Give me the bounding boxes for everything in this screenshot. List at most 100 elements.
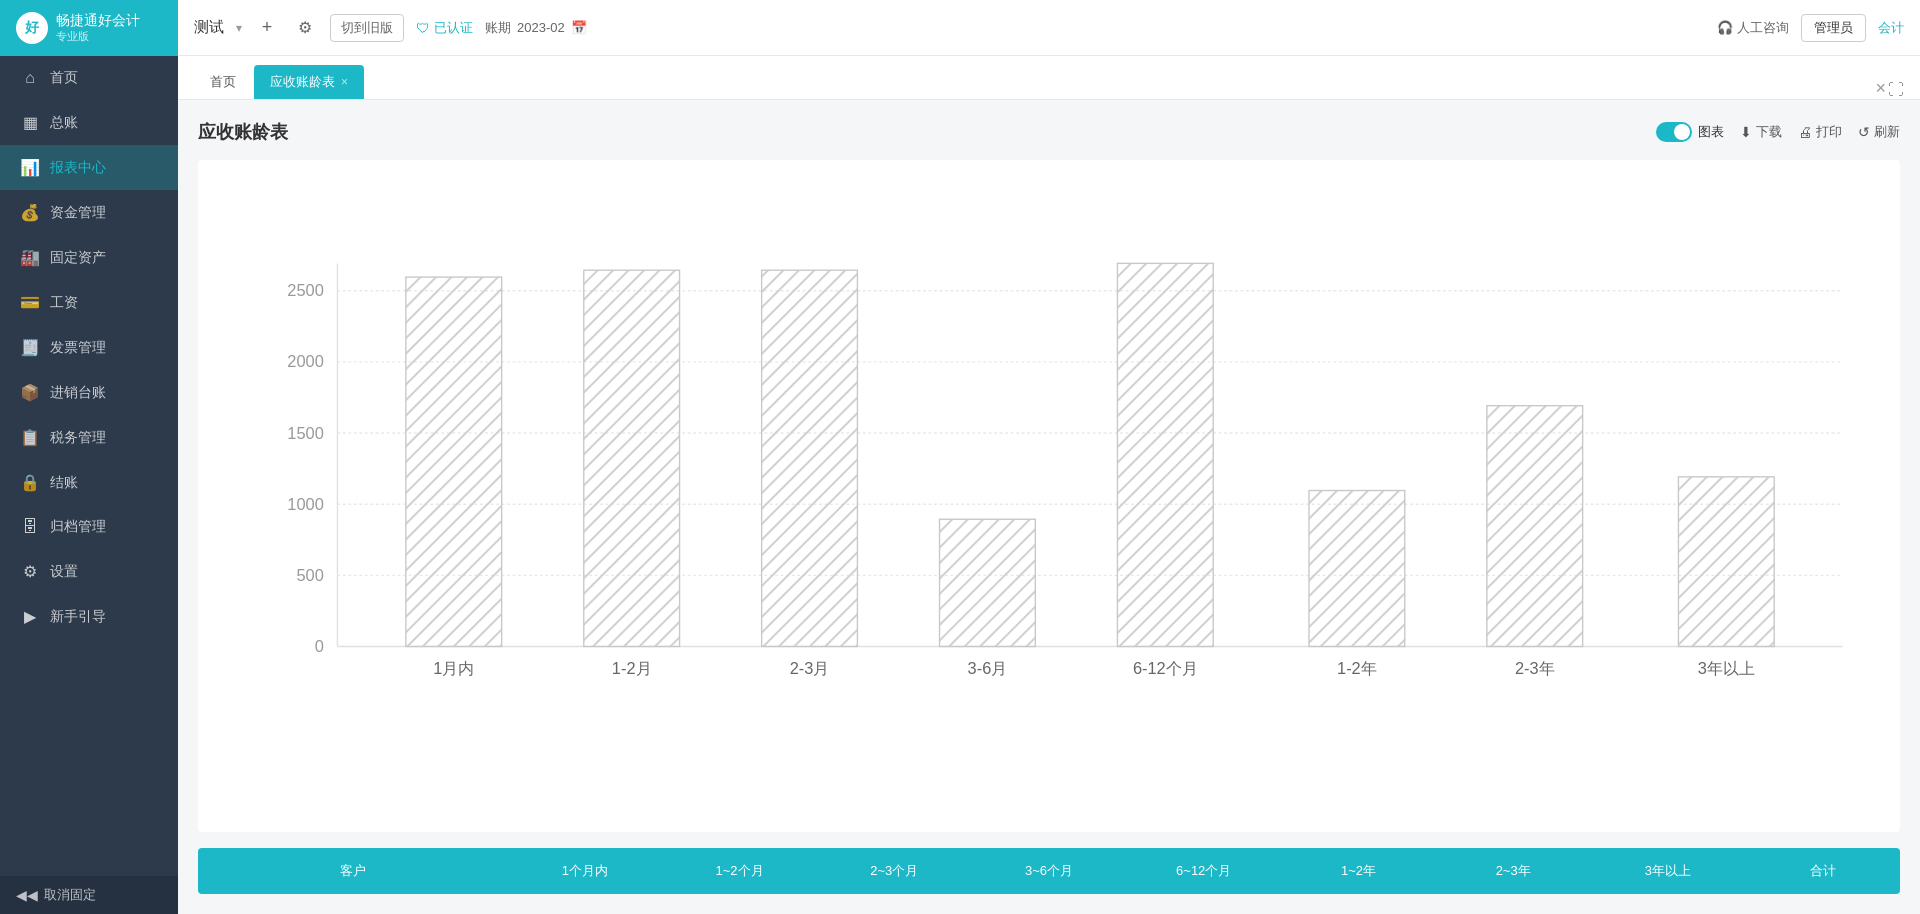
refresh-button[interactable]: ↺ 刷新 [1858, 123, 1900, 141]
content-area: 应收账龄表 图表 ⬇ 下载 🖨 打印 ↺ 刷新 [178, 100, 1920, 914]
tab-home[interactable]: 首页 [194, 65, 252, 99]
refresh-icon: ↺ [1858, 124, 1870, 140]
tax-icon: 📋 [20, 428, 40, 447]
salary-icon: 💳 [20, 293, 40, 312]
tab-aging-report[interactable]: 应收账龄表 × [254, 65, 364, 99]
company-dropdown-icon[interactable]: ▾ [236, 21, 242, 35]
print-icon: 🖨 [1798, 124, 1812, 140]
svg-text:2-3月: 2-3月 [790, 659, 830, 677]
table-header: 客户 1个月内 1~2个月 2~3个月 3~6个月 6~12个月 1~2年 2~… [198, 848, 1900, 894]
reports-icon: 📊 [20, 158, 40, 177]
col-1-2y: 1~2年 [1281, 848, 1436, 894]
svg-text:2000: 2000 [287, 352, 324, 370]
page-title: 应收账龄表 [198, 120, 288, 144]
page-header: 应收账龄表 图表 ⬇ 下载 🖨 打印 ↺ 刷新 [198, 120, 1900, 144]
sidebar-item-closing[interactable]: 🔒 结账 [0, 460, 178, 505]
col-customer: 客户 [198, 848, 507, 894]
svg-text:0: 0 [315, 637, 324, 655]
svg-text:1-2月: 1-2月 [612, 659, 652, 677]
sidebar-item-salary[interactable]: 💳 工资 [0, 280, 178, 325]
chart-container: 0 500 1000 1500 2000 2500 1月内 1-2月 2-3月 [198, 160, 1900, 832]
tabbar: 首页 应收账龄表 × × ⛶ [178, 56, 1920, 100]
bar-3y-plus [1678, 477, 1774, 647]
toggle-knob [1674, 124, 1690, 140]
svg-text:3年以上: 3年以上 [1698, 659, 1755, 677]
bar-1-2y [1309, 491, 1405, 647]
col-2-3y: 2~3年 [1436, 848, 1591, 894]
svg-text:2-3年: 2-3年 [1515, 659, 1555, 677]
col-1-2m: 1~2个月 [662, 848, 817, 894]
sidebar-item-tax[interactable]: 📋 税务管理 [0, 415, 178, 460]
inventory-icon: 📦 [20, 383, 40, 402]
svg-text:2500: 2500 [287, 281, 324, 299]
period-display: 账期 2023-02 📅 [485, 19, 587, 37]
sidebar-item-ledger[interactable]: ▦ 总账 [0, 100, 178, 145]
invoice-icon: 🧾 [20, 338, 40, 357]
assets-icon: 🏭 [20, 248, 40, 267]
bar-2-3y [1487, 406, 1583, 647]
sidebar-item-invoice[interactable]: 🧾 发票管理 [0, 325, 178, 370]
chart-toggle-container: 图表 [1656, 122, 1724, 142]
tab-close-icon[interactable]: × [341, 75, 348, 89]
svg-text:3-6月: 3-6月 [968, 659, 1008, 677]
calendar-icon[interactable]: 📅 [571, 20, 587, 35]
chart-toggle[interactable] [1656, 122, 1692, 142]
pin-icon: ◀◀ [16, 887, 38, 903]
period-value: 2023-02 [517, 20, 565, 35]
cancel-fixed-button[interactable]: ◀◀ 取消固定 [0, 876, 178, 914]
sidebar: 好 畅捷通好会计 专业版 ⌂ 首页 ▦ 总账 📊 报表中心 💰 资金管理 🏭 固… [0, 0, 178, 914]
sidebar-item-home[interactable]: ⌂ 首页 [0, 56, 178, 100]
sidebar-nav: ⌂ 首页 ▦ 总账 📊 报表中心 💰 资金管理 🏭 固定资产 💳 工资 🧾 发票… [0, 56, 178, 876]
add-button[interactable]: + [254, 15, 280, 41]
download-button[interactable]: ⬇ 下载 [1740, 123, 1782, 141]
bar-1m [406, 277, 502, 646]
topbar: 测试 ▾ + ⚙ 切到旧版 🛡 已认证 账期 2023-02 📅 🎧 人工咨询 … [178, 0, 1920, 56]
headset-icon: 🎧 [1717, 20, 1733, 35]
sidebar-item-assets[interactable]: 🏭 固定资产 [0, 235, 178, 280]
svg-text:1000: 1000 [287, 495, 324, 513]
sidebar-item-archive[interactable]: 🗄 归档管理 [0, 505, 178, 549]
tabbar-expand-button[interactable]: ⛶ [1888, 81, 1904, 99]
main-area: 测试 ▾ + ⚙ 切到旧版 🛡 已认证 账期 2023-02 📅 🎧 人工咨询 … [178, 0, 1920, 914]
bar-1-2m [584, 270, 680, 646]
svg-text:1月内: 1月内 [433, 659, 474, 677]
tabbar-close-button[interactable]: × [1875, 78, 1886, 99]
col-total: 合计 [1745, 848, 1900, 894]
bar-chart: 0 500 1000 1500 2000 2500 1月内 1-2月 2-3月 [228, 180, 1870, 812]
funds-icon: 💰 [20, 203, 40, 222]
download-icon: ⬇ [1740, 124, 1752, 140]
admin-button[interactable]: 管理员 [1801, 14, 1866, 42]
settings-icon: ⚙ [20, 562, 40, 581]
print-button[interactable]: 🖨 打印 [1798, 123, 1842, 141]
sidebar-item-guide[interactable]: ▶ 新手引导 [0, 594, 178, 639]
page-actions: 图表 ⬇ 下载 🖨 打印 ↺ 刷新 [1656, 122, 1900, 142]
bar-2-3m [762, 270, 858, 646]
verified-badge: 🛡 已认证 [416, 19, 473, 37]
guide-icon: ▶ [20, 607, 40, 626]
svg-text:1-2年: 1-2年 [1337, 659, 1377, 677]
logo-icon: 好 [16, 12, 48, 44]
home-icon: ⌂ [20, 69, 40, 87]
sidebar-item-funds[interactable]: 💰 资金管理 [0, 190, 178, 235]
col-2-3m: 2~3个月 [817, 848, 972, 894]
role-button[interactable]: 会计 [1878, 19, 1904, 37]
logo-text: 畅捷通好会计 专业版 [56, 12, 140, 44]
col-3y-plus: 3年以上 [1591, 848, 1746, 894]
closing-icon: 🔒 [20, 473, 40, 492]
app-logo: 好 畅捷通好会计 专业版 [0, 0, 178, 56]
chart-toggle-label: 图表 [1698, 123, 1724, 141]
switch-old-version-button[interactable]: 切到旧版 [330, 14, 404, 42]
topbar-settings-button[interactable]: ⚙ [292, 15, 318, 41]
help-button[interactable]: 🎧 人工咨询 [1717, 19, 1789, 37]
sidebar-item-reports[interactable]: 📊 报表中心 [0, 145, 178, 190]
sidebar-item-inventory[interactable]: 📦 进销台账 [0, 370, 178, 415]
ledger-icon: ▦ [20, 113, 40, 132]
company-name: 测试 [194, 18, 224, 37]
col-6-12m: 6~12个月 [1126, 848, 1281, 894]
bar-3-6m [940, 519, 1036, 646]
svg-text:500: 500 [296, 566, 323, 584]
sidebar-item-settings[interactable]: ⚙ 设置 [0, 549, 178, 594]
col-3-6m: 3~6个月 [972, 848, 1127, 894]
table-container: 客户 1个月内 1~2个月 2~3个月 3~6个月 6~12个月 1~2年 2~… [198, 848, 1900, 894]
archive-icon: 🗄 [20, 518, 40, 536]
